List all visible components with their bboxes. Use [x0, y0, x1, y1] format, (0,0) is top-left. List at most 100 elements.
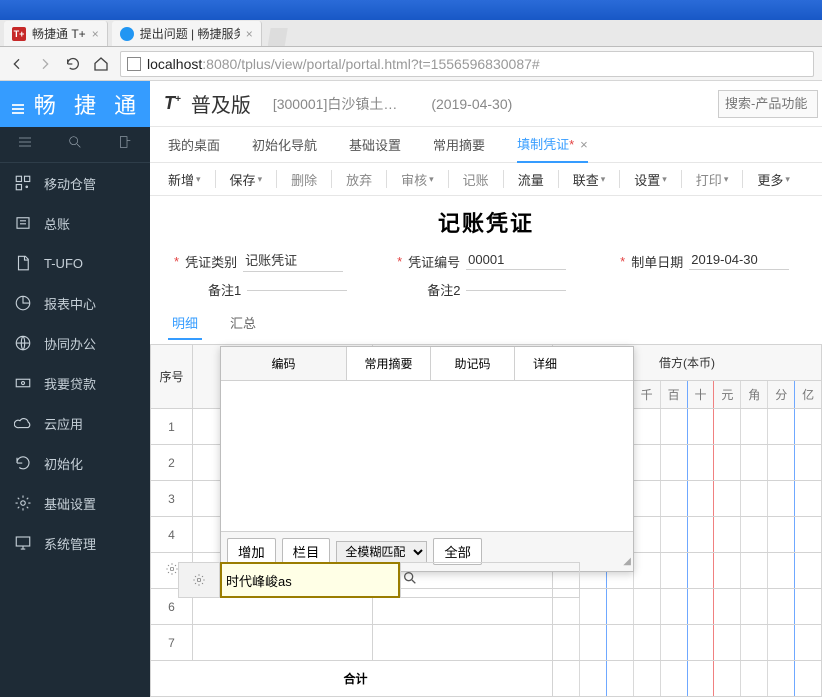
- sidebar-item-report-center[interactable]: 报表中心: [0, 283, 150, 323]
- lookup-popup-header: 编码 常用摘要 助记码 详细: [221, 347, 633, 381]
- tab-voucher[interactable]: 填制凭证*×: [517, 127, 588, 163]
- url-text: localhost:8080/tplus/view/portal/portal.…: [147, 56, 540, 72]
- brand-logo[interactable]: 畅 捷 通: [0, 81, 150, 127]
- sidebar-item-label: 基础设置: [44, 494, 96, 513]
- voucher-no-value[interactable]: 00001: [466, 252, 566, 270]
- tab-init-nav[interactable]: 初始化导航: [252, 127, 317, 162]
- money-icon: [14, 374, 32, 392]
- browser-tab-strip: T+ 畅捷通 T+ × 提出问题 | 畅捷服务 ×: [0, 20, 822, 47]
- page-title: 记账凭证: [150, 196, 822, 246]
- row-gear-icon[interactable]: [178, 562, 220, 598]
- summary-input[interactable]: [226, 573, 402, 588]
- sidebar-item-cloud-app[interactable]: 云应用: [0, 403, 150, 443]
- traffic-button[interactable]: 流量: [510, 170, 552, 189]
- subtab-detail[interactable]: 明细: [168, 309, 202, 340]
- grid-icon: [14, 174, 32, 192]
- back-button[interactable]: [8, 55, 26, 73]
- chevron-down-icon: ▾: [601, 174, 606, 185]
- new-tab-button[interactable]: [268, 28, 288, 46]
- field-voucher-type: *凭证类别记账凭证: [174, 250, 343, 272]
- sidebar-item-basic-settings[interactable]: 基础设置: [0, 483, 150, 523]
- sidebar-item-collaboration[interactable]: 协同办公: [0, 323, 150, 363]
- popup-add-button[interactable]: 增加: [227, 538, 276, 565]
- window-frame: [0, 0, 822, 20]
- popup-col-common[interactable]: 常用摘要: [347, 347, 431, 380]
- chevron-down-icon: ▾: [662, 174, 667, 185]
- popup-col-mnemonic[interactable]: 助记码: [431, 347, 515, 380]
- chevron-down-icon: ▾: [724, 174, 729, 185]
- note2-value[interactable]: [466, 288, 566, 291]
- discard-button[interactable]: 放弃: [338, 170, 380, 189]
- menu-icon[interactable]: [17, 134, 33, 155]
- page-tabs: 我的桌面 初始化导航 基础设置 常用摘要 填制凭证*×: [150, 127, 822, 163]
- table-total-row: 合计: [151, 661, 822, 697]
- address-bar[interactable]: localhost:8080/tplus/view/portal/portal.…: [120, 51, 814, 77]
- close-icon[interactable]: ×: [246, 27, 253, 41]
- sidebar-item-general-ledger[interactable]: 总账: [0, 203, 150, 243]
- tplus-logo: T+: [164, 93, 181, 114]
- toolbar: 新增▾ 保存▾ 删除 放弃 审核▾ 记账 流量 联查▾ 设置▾ 打印▾ 更多▾: [150, 163, 822, 196]
- popup-column-button[interactable]: 栏目: [282, 538, 331, 565]
- print-button[interactable]: 打印▾: [688, 170, 737, 189]
- note1-value[interactable]: [247, 288, 347, 291]
- sidebar-item-label: 移动仓管: [44, 174, 96, 193]
- org-text: [300001]白沙镇土…: [273, 94, 398, 114]
- lookup-popup-body[interactable]: [221, 381, 633, 531]
- close-icon[interactable]: ×: [580, 137, 588, 152]
- voucher-form-row-2: 备注1 备注2: [150, 276, 822, 303]
- chevron-down-icon: ▾: [429, 174, 434, 185]
- popup-match-select[interactable]: 全模糊匹配: [336, 541, 427, 563]
- browser-tab-2[interactable]: 提出问题 | 畅捷服务 ×: [112, 21, 262, 46]
- sidebar-item-mobile-wms[interactable]: 移动仓管: [0, 163, 150, 203]
- browser-tab-1[interactable]: T+ 畅捷通 T+ ×: [4, 21, 108, 46]
- export-icon[interactable]: [117, 134, 133, 155]
- account-cell[interactable]: [400, 562, 580, 598]
- search-input[interactable]: [718, 90, 818, 118]
- main-area: 我的桌面 初始化导航 基础设置 常用摘要 填制凭证*× 新增▾ 保存▾ 删除 放…: [150, 127, 822, 697]
- sidebar-item-system-mgmt[interactable]: 系统管理: [0, 523, 150, 563]
- sidebar-item-label: 协同办公: [44, 334, 96, 353]
- delete-button[interactable]: 删除: [283, 170, 325, 189]
- voucher-type-value[interactable]: 记账凭证: [243, 250, 343, 272]
- new-button[interactable]: 新增▾: [160, 170, 209, 189]
- tab-desktop[interactable]: 我的桌面: [168, 127, 220, 162]
- resize-handle-icon[interactable]: ◢: [623, 556, 629, 567]
- header-date: (2019-04-30): [431, 96, 512, 112]
- home-button[interactable]: [92, 55, 110, 73]
- sidebar-item-label: 初始化: [44, 454, 83, 473]
- close-icon[interactable]: ×: [92, 27, 99, 41]
- popup-col-detail[interactable]: 详细: [515, 347, 575, 380]
- table-row[interactable]: 7: [151, 625, 822, 661]
- monitor-icon: [14, 534, 32, 552]
- link-button[interactable]: 联查▾: [565, 170, 614, 189]
- reload-button[interactable]: [64, 55, 82, 73]
- tab-basic-settings[interactable]: 基础设置: [349, 127, 401, 162]
- field-note2: 备注2: [427, 280, 566, 299]
- sidebar-item-label: 报表中心: [44, 294, 96, 313]
- forward-button[interactable]: [36, 55, 54, 73]
- favicon-icon: T+: [12, 27, 26, 41]
- tab-common-summary[interactable]: 常用摘要: [433, 127, 485, 162]
- sidebar-item-loan[interactable]: 我要贷款: [0, 363, 150, 403]
- sidebar-item-tufo[interactable]: T-UFO: [0, 243, 150, 283]
- more-button[interactable]: 更多▾: [749, 170, 798, 189]
- settings-button[interactable]: 设置▾: [626, 170, 675, 189]
- voucher-date-value[interactable]: 2019-04-30: [689, 252, 789, 270]
- popup-all-button[interactable]: 全部: [433, 538, 482, 565]
- sidebar-item-init[interactable]: 初始化: [0, 443, 150, 483]
- gear-icon: [14, 494, 32, 512]
- audit-button[interactable]: 审核▾: [393, 170, 442, 189]
- save-button[interactable]: 保存▾: [222, 170, 271, 189]
- search-icon[interactable]: [67, 134, 83, 155]
- summary-input-cell[interactable]: [220, 562, 400, 598]
- page-icon: [127, 57, 141, 71]
- app-header: 畅 捷 通 T+ 普及版 [300001]白沙镇土… (2019-04-30): [0, 81, 822, 127]
- brand-text: 畅 捷 通: [34, 88, 142, 120]
- edition-text: 普及版: [191, 89, 251, 118]
- popup-col-code[interactable]: 编码: [221, 347, 347, 380]
- subtab-summary[interactable]: 汇总: [226, 309, 260, 340]
- cloud-icon: [14, 414, 32, 432]
- book-button[interactable]: 记账: [455, 170, 497, 189]
- ledger-icon: [14, 214, 32, 232]
- browser-navbar: localhost:8080/tplus/view/portal/portal.…: [0, 47, 822, 81]
